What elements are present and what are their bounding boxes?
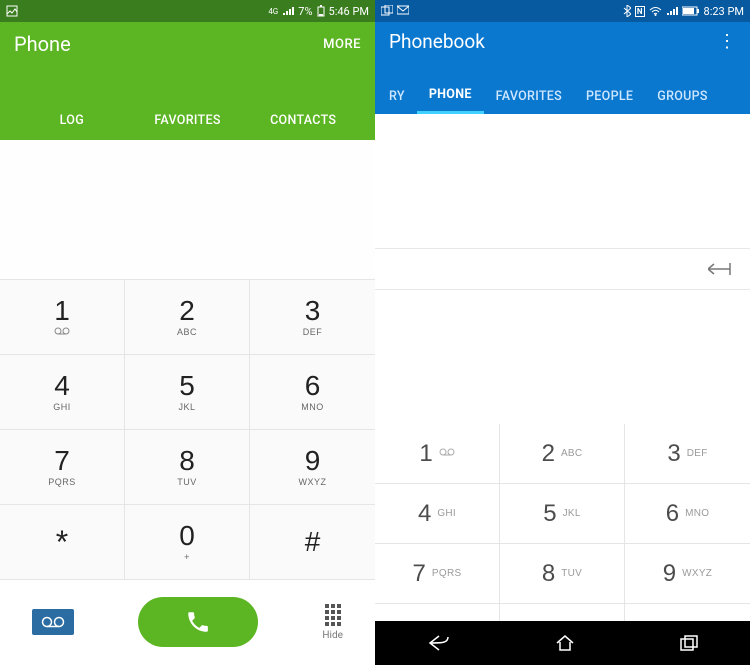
- signal-icon: [282, 6, 294, 16]
- clock: 5:46 PM: [329, 5, 369, 18]
- dialpad: 1 2ABC 3DEF 4GHI 5JKL 6MNO 7PQRS 8TUV 9W…: [0, 280, 375, 580]
- tab-people[interactable]: PEOPLE: [574, 78, 645, 114]
- key-8[interactable]: 8TUV: [500, 544, 625, 604]
- key-0[interactable]: 0+: [125, 505, 250, 580]
- app-header: Phone MORE LOG FAVORITES CONTACTS: [0, 22, 375, 140]
- battery-percent: 7%: [298, 5, 312, 18]
- key-7[interactable]: 7PQRS: [0, 430, 125, 505]
- android-navbar: [375, 621, 750, 665]
- battery-icon: [317, 5, 325, 17]
- backspace-icon[interactable]: [708, 261, 734, 277]
- key-6[interactable]: 6MNO: [625, 484, 750, 544]
- app-title: Phone: [14, 32, 71, 56]
- home-button[interactable]: [555, 634, 575, 652]
- key-8[interactable]: 8TUV: [125, 430, 250, 505]
- lte-icon: 4G: [268, 7, 278, 16]
- key-6[interactable]: 6MNO: [250, 355, 375, 430]
- key-4[interactable]: 4GHI: [0, 355, 125, 430]
- status-bar: 4G 7% 5:46 PM: [0, 0, 375, 22]
- tab-groups[interactable]: GROUPS: [645, 78, 720, 114]
- key-hash[interactable]: #: [250, 505, 375, 580]
- key-1[interactable]: 1: [375, 424, 500, 484]
- tab-log[interactable]: LOG: [14, 100, 130, 140]
- key-3[interactable]: 3DEF: [250, 280, 375, 355]
- more-button[interactable]: MORE: [323, 37, 361, 52]
- key-7[interactable]: 7PQRS: [375, 544, 500, 604]
- multiwindow-icon: [381, 5, 393, 17]
- tab-history-cut[interactable]: RY: [389, 78, 417, 114]
- key-2[interactable]: 2ABC: [500, 424, 625, 484]
- key-4[interactable]: 4GHI: [375, 484, 500, 544]
- key-5[interactable]: 5JKL: [125, 355, 250, 430]
- dialpad-icon: [325, 604, 341, 626]
- key-9[interactable]: 9WXYZ: [625, 544, 750, 604]
- number-display: [0, 140, 375, 280]
- tab-phone[interactable]: PHONE: [417, 78, 484, 114]
- voicemail-icon: [54, 327, 70, 337]
- app-title: Phonebook: [389, 30, 485, 53]
- key-star[interactable]: *: [0, 505, 125, 580]
- samsung-phone-screen: 4G 7% 5:46 PM Phone MORE LOG FAVORITES C…: [0, 0, 375, 665]
- voicemail-button[interactable]: [32, 609, 74, 635]
- voicemail-icon: [439, 448, 455, 459]
- bluetooth-icon: [623, 5, 631, 17]
- app-header: Phonebook ⋮ RY PHONE FAVORITES PEOPLE GR…: [375, 22, 750, 114]
- htc-phonebook-screen: N 8:23 PM Phonebook ⋮ RY PHONE: [375, 0, 750, 665]
- call-button[interactable]: [138, 597, 258, 647]
- clock: 8:23 PM: [704, 5, 744, 18]
- hide-label: Hide: [322, 630, 343, 641]
- overflow-menu-button[interactable]: ⋮: [718, 37, 736, 46]
- picture-icon: [6, 5, 18, 17]
- tab-favorites[interactable]: FAVORITES: [130, 100, 246, 140]
- key-1[interactable]: 1: [0, 280, 125, 355]
- action-bar: Hide: [0, 580, 375, 664]
- wifi-icon: [649, 6, 662, 16]
- key-2[interactable]: 2ABC: [125, 280, 250, 355]
- key-5[interactable]: 5JKL: [500, 484, 625, 544]
- signal-icon: [666, 6, 678, 16]
- nfc-icon: N: [635, 6, 645, 17]
- tab-favorites[interactable]: FAVORITES: [484, 78, 574, 114]
- mail-icon: [397, 5, 409, 17]
- number-display: [375, 248, 750, 424]
- tab-contacts[interactable]: CONTACTS: [245, 100, 361, 140]
- hide-dialpad-button[interactable]: Hide: [322, 604, 343, 641]
- status-bar: N 8:23 PM: [375, 0, 750, 22]
- recents-button[interactable]: [680, 635, 698, 651]
- key-3[interactable]: 3DEF: [625, 424, 750, 484]
- battery-icon: [682, 6, 700, 16]
- back-button[interactable]: [428, 634, 450, 652]
- key-9[interactable]: 9WXYZ: [250, 430, 375, 505]
